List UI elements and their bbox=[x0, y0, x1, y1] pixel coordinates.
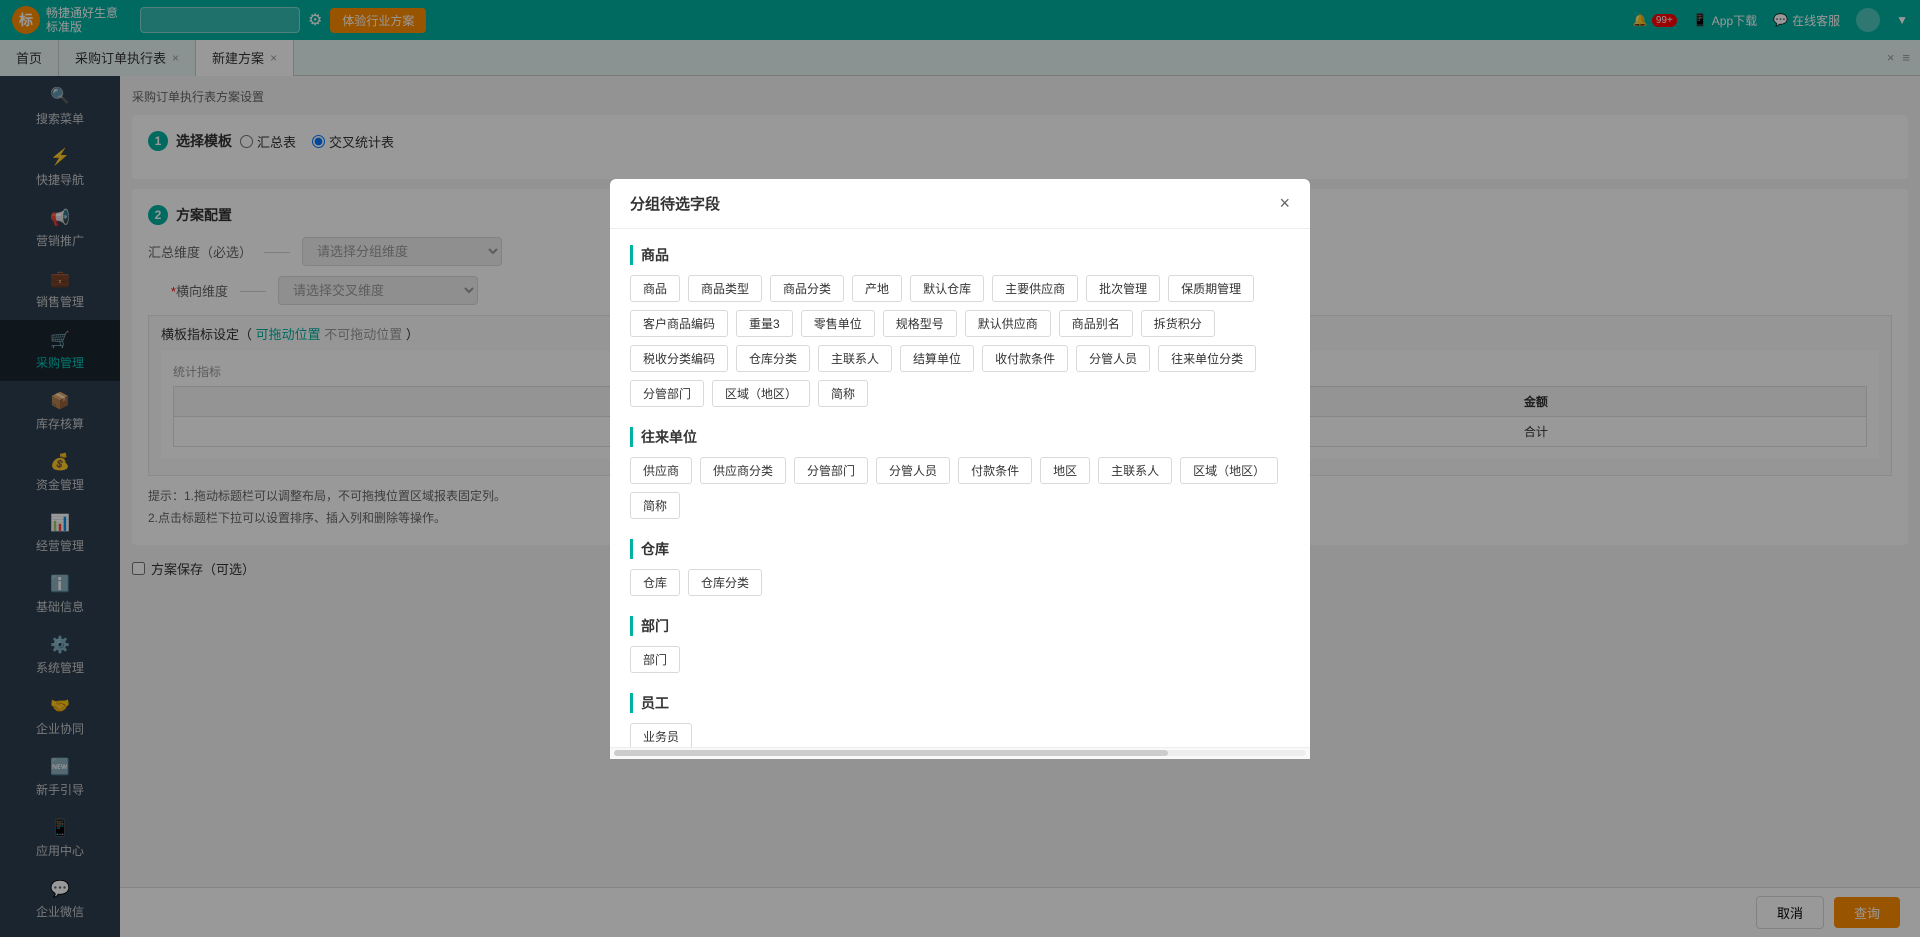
field-tag-tax-code[interactable]: 税收分类编码 bbox=[630, 345, 728, 372]
modal-overlay: 分组待选字段 × 商品 商品 商品类型 商品分类 产地 默认仓库 主要供应商 批… bbox=[0, 0, 1920, 937]
field-tag-weight3[interactable]: 重量3 bbox=[736, 310, 793, 337]
field-group-partner-title: 往来单位 bbox=[630, 427, 1290, 447]
field-tag-responsible-dept[interactable]: 分管部门 bbox=[630, 380, 704, 407]
modal-body: 商品 商品 商品类型 商品分类 产地 默认仓库 主要供应商 批次管理 保质期管理… bbox=[610, 229, 1310, 747]
field-tag-customer-goods-code[interactable]: 客户商品编码 bbox=[630, 310, 728, 337]
field-tag-goods-category[interactable]: 商品分类 bbox=[770, 275, 844, 302]
field-tag-payment-terms[interactable]: 收付款条件 bbox=[982, 345, 1068, 372]
field-group-dept-tags: 部门 bbox=[630, 646, 1290, 673]
field-tag-spec-model[interactable]: 规格型号 bbox=[883, 310, 957, 337]
field-tag-retail-unit[interactable]: 零售单位 bbox=[801, 310, 875, 337]
field-tag-default-supplier[interactable]: 默认供应商 bbox=[965, 310, 1051, 337]
field-tag-main-supplier[interactable]: 主要供应商 bbox=[992, 275, 1078, 302]
field-tag-default-warehouse[interactable]: 默认仓库 bbox=[910, 275, 984, 302]
modal-title: 分组待选字段 bbox=[630, 193, 720, 214]
field-tag-goods-type[interactable]: 商品类型 bbox=[688, 275, 762, 302]
field-tag-short-name-goods[interactable]: 简称 bbox=[818, 380, 868, 407]
field-group-warehouse-title: 仓库 bbox=[630, 539, 1290, 559]
field-group-partner-tags: 供应商 供应商分类 分管部门 分管人员 付款条件 地区 主联系人 区域（地区） … bbox=[630, 457, 1290, 519]
field-tag-region-goods[interactable]: 区域（地区） bbox=[712, 380, 810, 407]
field-tag-goods-alias[interactable]: 商品别名 bbox=[1059, 310, 1133, 337]
field-group-goods-tags: 商品 商品类型 商品分类 产地 默认仓库 主要供应商 批次管理 保质期管理 客户… bbox=[630, 275, 1290, 407]
field-group-partner: 往来单位 供应商 供应商分类 分管部门 分管人员 付款条件 地区 主联系人 区域… bbox=[630, 427, 1290, 519]
field-tag-responsible-person[interactable]: 分管人员 bbox=[1076, 345, 1150, 372]
field-tag-main-contact[interactable]: 主联系人 bbox=[818, 345, 892, 372]
field-tag-partner-category[interactable]: 往来单位分类 bbox=[1158, 345, 1256, 372]
field-tag-warehouse[interactable]: 仓库 bbox=[630, 569, 680, 596]
field-tag-person-partner[interactable]: 分管人员 bbox=[876, 457, 950, 484]
modal-horizontal-scrollbar[interactable] bbox=[610, 747, 1310, 759]
field-tag-supplier-category[interactable]: 供应商分类 bbox=[700, 457, 786, 484]
field-tag-expiry-mgmt[interactable]: 保质期管理 bbox=[1168, 275, 1254, 302]
field-group-employee-title: 员工 bbox=[630, 693, 1290, 713]
field-group-goods: 商品 商品 商品类型 商品分类 产地 默认仓库 主要供应商 批次管理 保质期管理… bbox=[630, 245, 1290, 407]
field-group-employee: 员工 业务员 bbox=[630, 693, 1290, 747]
field-tag-salesperson[interactable]: 业务员 bbox=[630, 723, 692, 747]
field-group-warehouse-tags: 仓库 仓库分类 bbox=[630, 569, 1290, 596]
field-tag-main-contact-partner[interactable]: 主联系人 bbox=[1098, 457, 1172, 484]
field-tag-warehouse-type[interactable]: 仓库分类 bbox=[688, 569, 762, 596]
modal-close-button[interactable]: × bbox=[1279, 193, 1290, 214]
modal-header: 分组待选字段 × bbox=[610, 179, 1310, 229]
field-tag-unpack-points[interactable]: 拆货积分 bbox=[1141, 310, 1215, 337]
field-tag-origin[interactable]: 产地 bbox=[852, 275, 902, 302]
field-tag-district[interactable]: 地区 bbox=[1040, 457, 1090, 484]
field-group-goods-title: 商品 bbox=[630, 245, 1290, 265]
modal: 分组待选字段 × 商品 商品 商品类型 商品分类 产地 默认仓库 主要供应商 批… bbox=[610, 179, 1310, 759]
field-group-dept-title: 部门 bbox=[630, 616, 1290, 636]
field-tag-region-partner[interactable]: 区域（地区） bbox=[1180, 457, 1278, 484]
field-tag-supplier[interactable]: 供应商 bbox=[630, 457, 692, 484]
field-tag-settlement-unit[interactable]: 结算单位 bbox=[900, 345, 974, 372]
field-tag-dept[interactable]: 部门 bbox=[630, 646, 680, 673]
field-tag-batch-mgmt[interactable]: 批次管理 bbox=[1086, 275, 1160, 302]
field-tag-payment-condition[interactable]: 付款条件 bbox=[958, 457, 1032, 484]
field-group-warehouse: 仓库 仓库 仓库分类 bbox=[630, 539, 1290, 596]
field-group-dept: 部门 部门 bbox=[630, 616, 1290, 673]
field-tag-warehouse-category[interactable]: 仓库分类 bbox=[736, 345, 810, 372]
field-tag-short-name-partner[interactable]: 简称 bbox=[630, 492, 680, 519]
field-group-employee-tags: 业务员 bbox=[630, 723, 1290, 747]
field-tag-goods[interactable]: 商品 bbox=[630, 275, 680, 302]
field-tag-dept-partner[interactable]: 分管部门 bbox=[794, 457, 868, 484]
